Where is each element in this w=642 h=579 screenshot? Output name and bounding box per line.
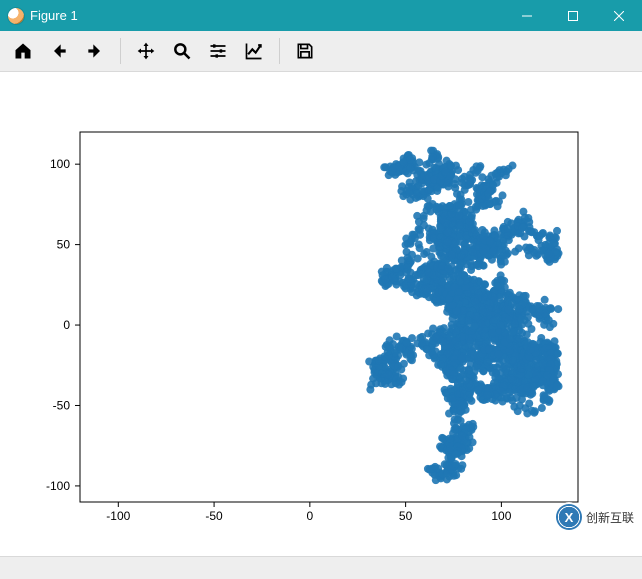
scatter-plot: -100 -50 0 50 100 -100 -50 0 50 100 bbox=[0, 72, 642, 558]
home-button[interactable] bbox=[6, 34, 40, 68]
maximize-button[interactable] bbox=[550, 0, 596, 31]
save-icon bbox=[295, 41, 315, 61]
close-button[interactable] bbox=[596, 0, 642, 31]
matplotlib-icon bbox=[8, 8, 24, 24]
statusbar bbox=[0, 556, 642, 579]
arrow-right-icon bbox=[85, 41, 105, 61]
sliders-icon bbox=[208, 41, 228, 61]
plot-canvas[interactable]: -100-50050100-100-50050100 创新互联 bbox=[0, 72, 642, 556]
svg-text:0: 0 bbox=[63, 318, 70, 332]
svg-text:100: 100 bbox=[491, 509, 511, 523]
toolbar-separator bbox=[120, 38, 121, 64]
minimize-button[interactable] bbox=[504, 0, 550, 31]
svg-text:50: 50 bbox=[399, 509, 413, 523]
svg-text:-100: -100 bbox=[106, 509, 130, 523]
edit-axes-button[interactable] bbox=[237, 34, 271, 68]
search-icon bbox=[172, 41, 192, 61]
pan-button[interactable] bbox=[129, 34, 163, 68]
window-title: Figure 1 bbox=[30, 8, 78, 23]
svg-text:-100: -100 bbox=[46, 479, 70, 493]
svg-text:-50: -50 bbox=[205, 509, 223, 523]
toolbar bbox=[0, 31, 642, 72]
svg-text:50: 50 bbox=[57, 238, 71, 252]
subplots-button[interactable] bbox=[201, 34, 235, 68]
forward-button[interactable] bbox=[78, 34, 112, 68]
save-button[interactable] bbox=[288, 34, 322, 68]
svg-text:-50: -50 bbox=[53, 398, 71, 412]
svg-text:100: 100 bbox=[50, 157, 70, 171]
home-icon bbox=[13, 41, 33, 61]
chart-line-icon bbox=[244, 41, 264, 61]
svg-text:0: 0 bbox=[307, 509, 314, 523]
back-button[interactable] bbox=[42, 34, 76, 68]
zoom-button[interactable] bbox=[165, 34, 199, 68]
toolbar-separator bbox=[279, 38, 280, 64]
arrow-left-icon bbox=[49, 41, 69, 61]
figure-window: Figure 1 bbox=[0, 0, 642, 579]
titlebar: Figure 1 bbox=[0, 0, 642, 31]
move-icon bbox=[136, 41, 156, 61]
